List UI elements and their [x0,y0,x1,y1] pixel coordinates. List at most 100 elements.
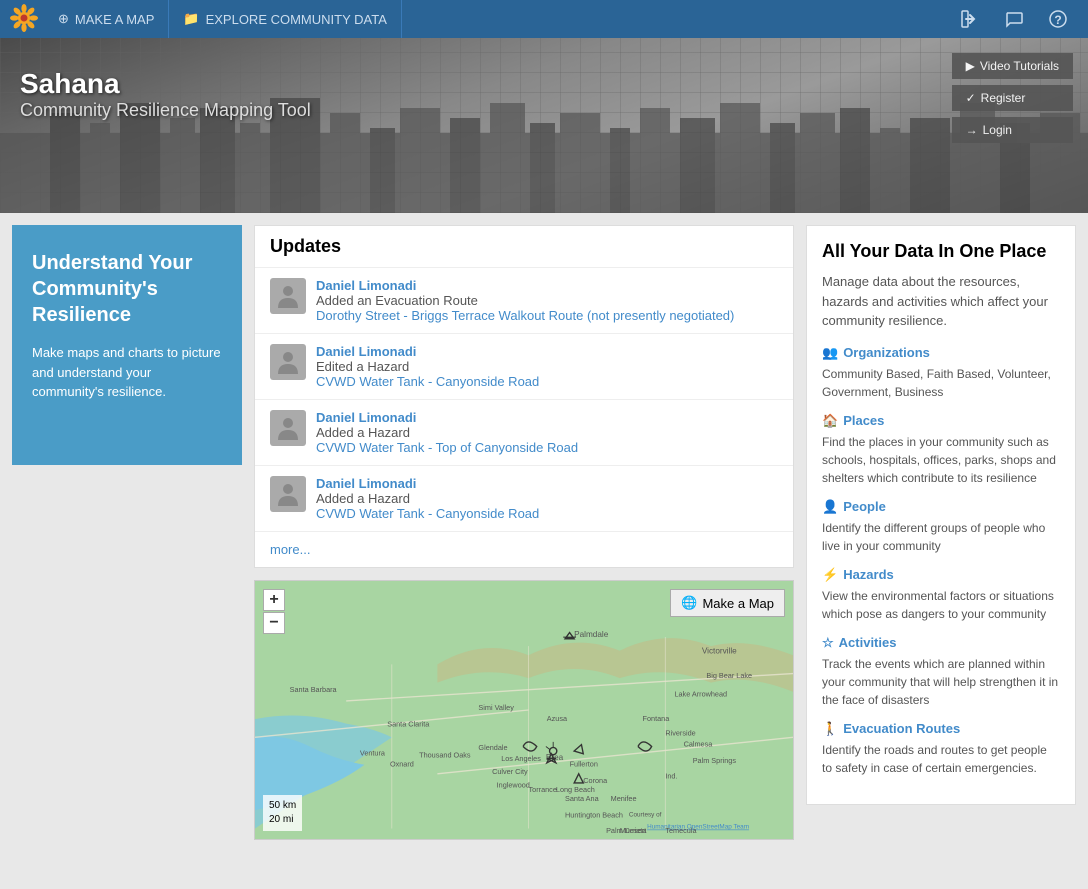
map-icon: ⊕ [58,11,69,27]
update-action-text: Added a Hazard [316,491,778,506]
data-section-activities: ☆ Activities Track the events which are … [822,635,1060,709]
right-panel: All Your Data In One Place Manage data a… [806,225,1076,805]
map-make-map-button[interactable]: 🌐 Make a Map [670,589,785,617]
update-content: Daniel Limonadi Added a Hazard CVWD Wate… [316,476,778,521]
video-tutorials-button[interactable]: ▶ Video Tutorials [952,53,1073,79]
section-title[interactable]: 👥 Organizations [822,345,1060,361]
updates-heading: Updates [255,226,793,268]
data-section-evacuation-routes: 🚶 Evacuation Routes Identify the roads a… [822,721,1060,777]
update-item: Daniel Limonadi Added a Hazard CVWD Wate… [255,466,793,532]
svg-text:Oxnard: Oxnard [390,760,414,769]
section-icon: ☆ [822,635,834,651]
svg-text:Lake Arrowhead: Lake Arrowhead [674,689,727,698]
update-content: Daniel Limonadi Added an Evacuation Rout… [316,278,778,323]
update-content: Daniel Limonadi Added a Hazard CVWD Wate… [316,410,778,455]
left-panel: Understand Your Community's Resilience M… [12,225,242,465]
svg-text:Palmdale: Palmdale [574,630,609,639]
hero-banner: Sahana Community Resilience Mapping Tool… [0,38,1088,213]
svg-text:Santa Clarita: Santa Clarita [387,719,430,728]
chat-nav-icon[interactable] [994,0,1034,38]
video-icon: ▶ [966,59,975,73]
update-link[interactable]: CVWD Water Tank - Top of Canyonside Road [316,440,778,455]
update-author-name[interactable]: Daniel Limonadi [316,344,416,359]
help-nav-icon[interactable]: ? [1038,0,1078,38]
section-title[interactable]: ☆ Activities [822,635,1060,651]
svg-text:Palm Springs: Palm Springs [693,756,737,765]
explore-label: EXPLORE COMMUNITY DATA [206,12,387,27]
update-avatar [270,476,306,512]
map-controls: + − [263,589,285,634]
section-title[interactable]: ⚡ Hazards [822,567,1060,583]
svg-text:Los Angeles: Los Angeles [501,754,541,763]
zoom-out-button[interactable]: − [263,612,285,634]
hero-content: Sahana Community Resilience Mapping Tool [0,38,1088,151]
update-item: Daniel Limonadi Edited a Hazard CVWD Wat… [255,334,793,400]
svg-text:Fullerton: Fullerton [570,760,598,769]
section-title[interactable]: 👤 People [822,499,1060,515]
updates-panel: Updates Daniel Limonadi Added an Evacuat… [254,225,794,568]
map-legend-mi: 20 mi [269,813,296,827]
nav-right-icons: ? [950,0,1078,38]
svg-text:Simi Valley: Simi Valley [478,703,514,712]
map-legend: 50 km 20 mi [263,795,302,831]
section-icon: 🏠 [822,413,838,429]
right-panel-heading: All Your Data In One Place [822,241,1060,262]
login-icon: → [966,123,978,137]
svg-text:Santa Ana: Santa Ana [565,794,600,803]
svg-text:Torrance: Torrance [529,785,557,794]
section-description: Track the events which are planned withi… [822,655,1060,709]
login-button[interactable]: → Login [952,117,1073,143]
globe-icon: 🌐 [681,595,697,611]
right-panel-description: Manage data about the resources, hazards… [822,272,1060,331]
top-navigation: ⊕ MAKE A MAP 📁 EXPLORE COMMUNITY DATA ? [0,0,1088,38]
data-section-organizations: 👥 Organizations Community Based, Faith B… [822,345,1060,401]
update-link[interactable]: Dorothy Street - Briggs Terrace Walkout … [316,308,778,323]
explore-community-nav[interactable]: 📁 EXPLORE COMMUNITY DATA [169,0,402,38]
svg-text:Culver City: Culver City [492,767,528,776]
update-content: Daniel Limonadi Edited a Hazard CVWD Wat… [316,344,778,389]
update-avatar [270,278,306,314]
svg-text:Victorville: Victorville [702,646,737,655]
section-description: Identify the different groups of people … [822,519,1060,555]
section-icon: 🚶 [822,721,838,737]
update-item: Daniel Limonadi Added an Evacuation Rout… [255,268,793,334]
folder-icon: 📁 [183,11,199,27]
hero-title: Sahana [20,68,1068,100]
svg-text:Fontana: Fontana [643,714,671,723]
svg-text:Riverside: Riverside [665,729,695,738]
map-svg: Palmdale Victorville Santa Barbara Santa… [255,581,793,839]
update-author-name[interactable]: Daniel Limonadi [316,278,416,293]
section-title[interactable]: 🚶 Evacuation Routes [822,721,1060,737]
svg-text:Azusa: Azusa [547,714,568,723]
left-panel-heading: Understand Your Community's Resilience [32,250,222,328]
update-author-name[interactable]: Daniel Limonadi [316,476,416,491]
make-map-label: MAKE A MAP [75,12,154,27]
svg-text:Temecula: Temecula [665,826,697,835]
update-author-name[interactable]: Daniel Limonadi [316,410,416,425]
zoom-in-button[interactable]: + [263,589,285,611]
section-title-text: Hazards [843,567,894,582]
section-title-text: Evacuation Routes [843,721,960,736]
register-button[interactable]: ✓ Register [952,85,1073,111]
logo-icon[interactable] [10,4,38,35]
update-action-text: Added an Evacuation Route [316,293,778,308]
svg-text:?: ? [1054,13,1061,27]
make-map-nav[interactable]: ⊕ MAKE A MAP [44,0,169,38]
update-link[interactable]: CVWD Water Tank - Canyonside Road [316,506,778,521]
svg-text:Ventura: Ventura [360,749,386,758]
map-wrapper: Palmdale Victorville Santa Barbara Santa… [254,580,794,840]
more-link[interactable]: more... [255,532,793,567]
section-title[interactable]: 🏠 Places [822,413,1060,429]
update-action-text: Edited a Hazard [316,359,778,374]
section-icon: 👥 [822,345,838,361]
main-content: Understand Your Community's Resilience M… [0,213,1088,852]
svg-text:Menifee: Menifee [611,794,637,803]
svg-text:Murrieta: Murrieta [620,826,648,835]
svg-text:Inglewood: Inglewood [497,781,530,790]
section-title-text: Places [843,413,884,428]
svg-text:Thousand Oaks: Thousand Oaks [419,750,471,759]
section-title-text: Activities [839,635,897,650]
update-link[interactable]: CVWD Water Tank - Canyonside Road [316,374,778,389]
login-nav-icon[interactable] [950,0,990,38]
data-section-people: 👤 People Identify the different groups o… [822,499,1060,555]
